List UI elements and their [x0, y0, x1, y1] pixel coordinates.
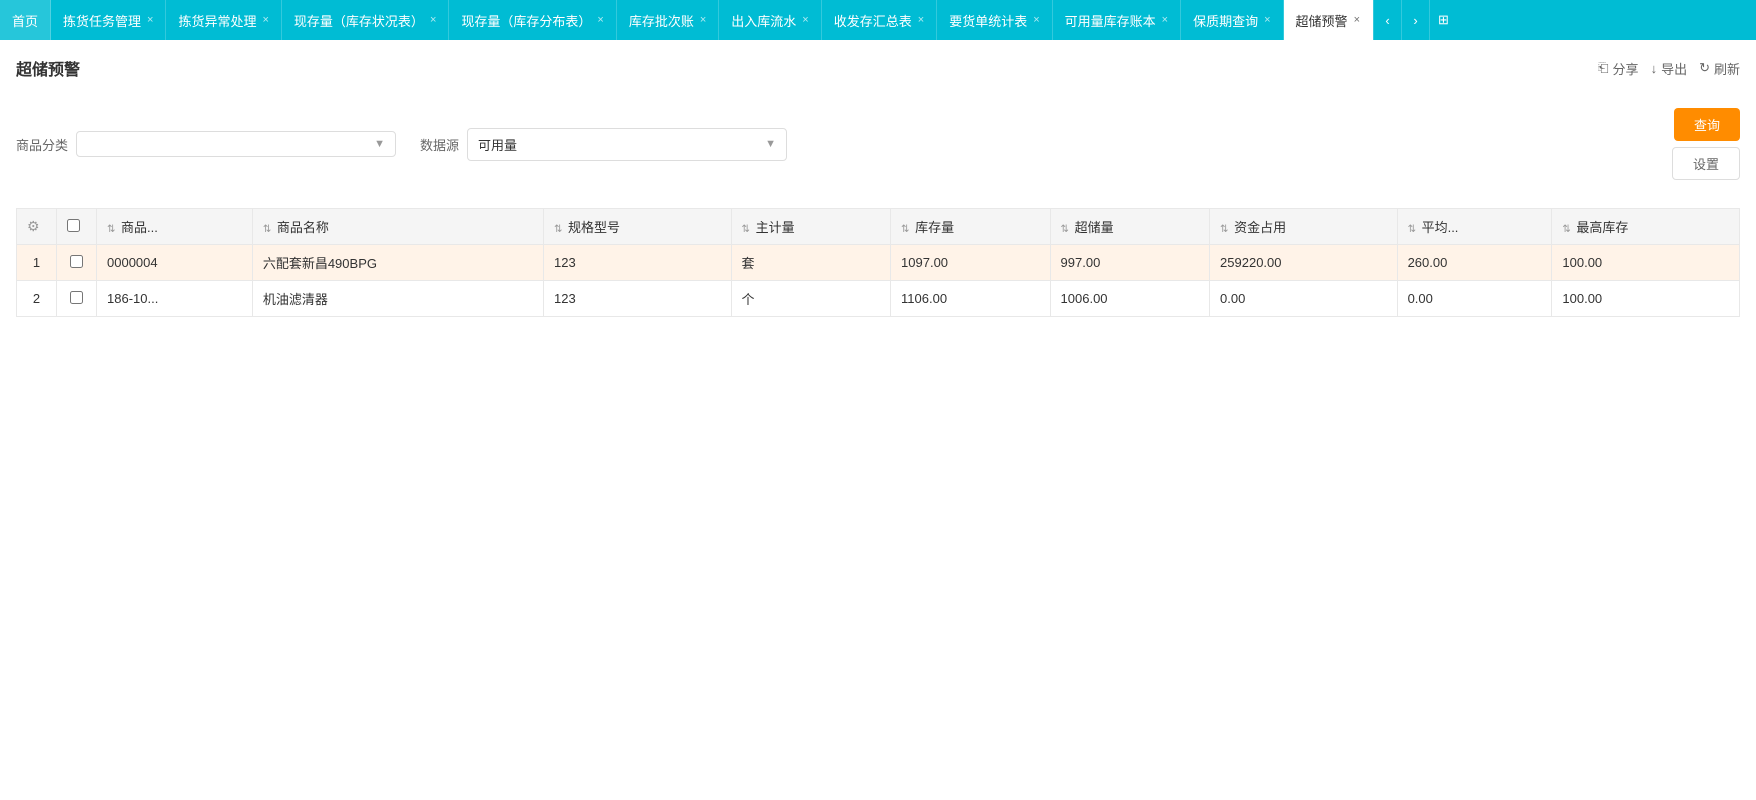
cell-product-code: 186-10...	[97, 281, 253, 317]
sort-icon: ⇅	[1220, 224, 1228, 235]
product-category-label: 商品分类	[16, 135, 68, 154]
sort-icon: ⇅	[1408, 224, 1416, 235]
cell-avg: 0.00	[1397, 281, 1552, 317]
nav-inout-flow[interactable]: 出入库流水 ×	[719, 0, 821, 40]
close-icon[interactable]: ×	[918, 14, 924, 26]
col-product-name[interactable]: ⇅ 商品名称	[252, 209, 543, 245]
close-icon[interactable]: ×	[430, 14, 436, 26]
cell-overstock: 1006.00	[1050, 281, 1210, 317]
data-source-filter: 数据源 可用量 ▼	[420, 128, 787, 161]
close-icon[interactable]: ×	[597, 14, 603, 26]
nav-pick-task[interactable]: 拣货任务管理 ×	[51, 0, 166, 40]
col-avg[interactable]: ⇅ 平均...	[1397, 209, 1552, 245]
data-source-label: 数据源	[420, 135, 459, 154]
nav-home[interactable]: 首页	[0, 0, 51, 40]
checkbox-header[interactable]	[57, 209, 97, 245]
nav-recv-send[interactable]: 收发存汇总表 ×	[822, 0, 937, 40]
cell-spec: 123	[544, 281, 732, 317]
close-icon[interactable]: ×	[1264, 14, 1270, 26]
nav-prev-button[interactable]: ‹	[1373, 0, 1401, 40]
select-all-checkbox[interactable]	[67, 219, 80, 232]
chevron-down-icon: ▼	[374, 138, 385, 150]
col-spec[interactable]: ⇅ 规格型号	[544, 209, 732, 245]
product-category-filter: 商品分类 ▼	[16, 131, 396, 157]
filter-buttons: 查询 设置	[1672, 108, 1740, 180]
nav-pick-exception[interactable]: 拣货异常处理 ×	[166, 0, 281, 40]
row-checkbox[interactable]	[70, 291, 83, 304]
cell-unit: 个	[731, 281, 891, 317]
product-category-select[interactable]: ▼	[76, 131, 396, 157]
data-table: ⚙ ⇅ 商品... ⇅ 商品名称 ⇅ 规格型号 ⇅	[16, 208, 1740, 317]
col-stock[interactable]: ⇅ 库存量	[891, 209, 1051, 245]
sort-icon: ⇅	[901, 224, 909, 235]
top-navigation: 首页 拣货任务管理 × 拣货异常处理 × 现存量（库存状况表） × 现存量（库存…	[0, 0, 1756, 40]
cell-max-stock: 100.00	[1552, 281, 1740, 317]
row-number: 2	[17, 281, 57, 317]
close-icon[interactable]: ×	[700, 14, 706, 26]
cell-unit: 套	[731, 245, 891, 281]
cell-stock: 1106.00	[891, 281, 1051, 317]
header-actions: ⎗ 分享 ↓ 导出 ↻ 刷新	[1598, 59, 1740, 78]
nav-stock-dist[interactable]: 现存量（库存分布表） ×	[449, 0, 616, 40]
refresh-icon: ↻	[1699, 60, 1710, 76]
close-icon[interactable]: ×	[1162, 14, 1168, 26]
page-header: 超储预警 ⎗ 分享 ↓ 导出 ↻ 刷新	[16, 56, 1740, 80]
nav-batch-account[interactable]: 库存批次账 ×	[617, 0, 719, 40]
cell-overstock: 997.00	[1050, 245, 1210, 281]
cell-max-stock: 100.00	[1552, 245, 1740, 281]
cell-spec: 123	[544, 245, 732, 281]
gear-icon[interactable]: ⚙	[27, 218, 40, 234]
sort-icon: ⇅	[742, 224, 750, 235]
cell-product-code: 0000004	[97, 245, 253, 281]
cell-stock: 1097.00	[891, 245, 1051, 281]
col-overstock[interactable]: ⇅ 超储量	[1050, 209, 1210, 245]
close-icon[interactable]: ×	[262, 14, 268, 26]
row-checkbox-cell[interactable]	[57, 245, 97, 281]
nav-stock-status[interactable]: 现存量（库存状况表） ×	[282, 0, 449, 40]
nav-next-button[interactable]: ›	[1401, 0, 1429, 40]
col-capital[interactable]: ⇅ 资金占用	[1210, 209, 1398, 245]
nav-available-stock[interactable]: 可用量库存账本 ×	[1053, 0, 1181, 40]
cell-avg: 260.00	[1397, 245, 1552, 281]
cell-capital: 259220.00	[1210, 245, 1398, 281]
data-source-select[interactable]: 可用量 ▼	[467, 128, 787, 161]
nav-overstock[interactable]: 超储预警 ×	[1284, 0, 1373, 40]
sort-icon: ⇅	[107, 224, 115, 235]
nav-expand-button[interactable]: ⊞	[1429, 0, 1457, 40]
close-icon[interactable]: ×	[1354, 14, 1360, 26]
query-button[interactable]: 查询	[1674, 108, 1740, 141]
row-checkbox-cell[interactable]	[57, 281, 97, 317]
cell-product-name: 六配套新昌490BPG	[252, 245, 543, 281]
close-icon[interactable]: ×	[147, 14, 153, 26]
col-max-stock[interactable]: ⇅ 最高库存	[1552, 209, 1740, 245]
col-product-code[interactable]: ⇅ 商品...	[97, 209, 253, 245]
share-icon: ⎗	[1598, 60, 1608, 76]
share-button[interactable]: ⎗ 分享	[1598, 59, 1638, 78]
sort-icon: ⇅	[1061, 224, 1069, 235]
sort-icon: ⇅	[1562, 224, 1570, 235]
table-row: 1 0000004 六配套新昌490BPG 123 套 1097.00 997.…	[17, 245, 1740, 281]
nav-order-stat[interactable]: 要货单统计表 ×	[937, 0, 1052, 40]
close-icon[interactable]: ×	[1033, 14, 1039, 26]
export-icon: ↓	[1651, 61, 1658, 76]
export-button[interactable]: ↓ 导出	[1651, 59, 1688, 78]
settings-button[interactable]: 设置	[1672, 147, 1740, 180]
refresh-button[interactable]: ↻ 刷新	[1699, 59, 1740, 78]
close-icon[interactable]: ×	[802, 14, 808, 26]
row-checkbox[interactable]	[70, 255, 83, 268]
gear-header[interactable]: ⚙	[17, 209, 57, 245]
row-number: 1	[17, 245, 57, 281]
cell-capital: 0.00	[1210, 281, 1398, 317]
nav-shelf-life[interactable]: 保质期查询 ×	[1181, 0, 1283, 40]
page-content: 超储预警 ⎗ 分享 ↓ 导出 ↻ 刷新 商品分类 ▼ 数据源	[0, 40, 1756, 800]
filter-area: 商品分类 ▼ 数据源 可用量 ▼ 查询 设置	[16, 96, 1740, 192]
table-header-row: ⚙ ⇅ 商品... ⇅ 商品名称 ⇅ 规格型号 ⇅	[17, 209, 1740, 245]
col-unit[interactable]: ⇅ 主计量	[731, 209, 891, 245]
table-row: 2 186-10... 机油滤清器 123 个 1106.00 1006.00 …	[17, 281, 1740, 317]
sort-icon: ⇅	[554, 224, 562, 235]
page-title: 超储预警	[16, 56, 80, 80]
chevron-down-icon: ▼	[765, 138, 776, 150]
sort-icon: ⇅	[263, 224, 271, 235]
cell-product-name: 机油滤清器	[252, 281, 543, 317]
